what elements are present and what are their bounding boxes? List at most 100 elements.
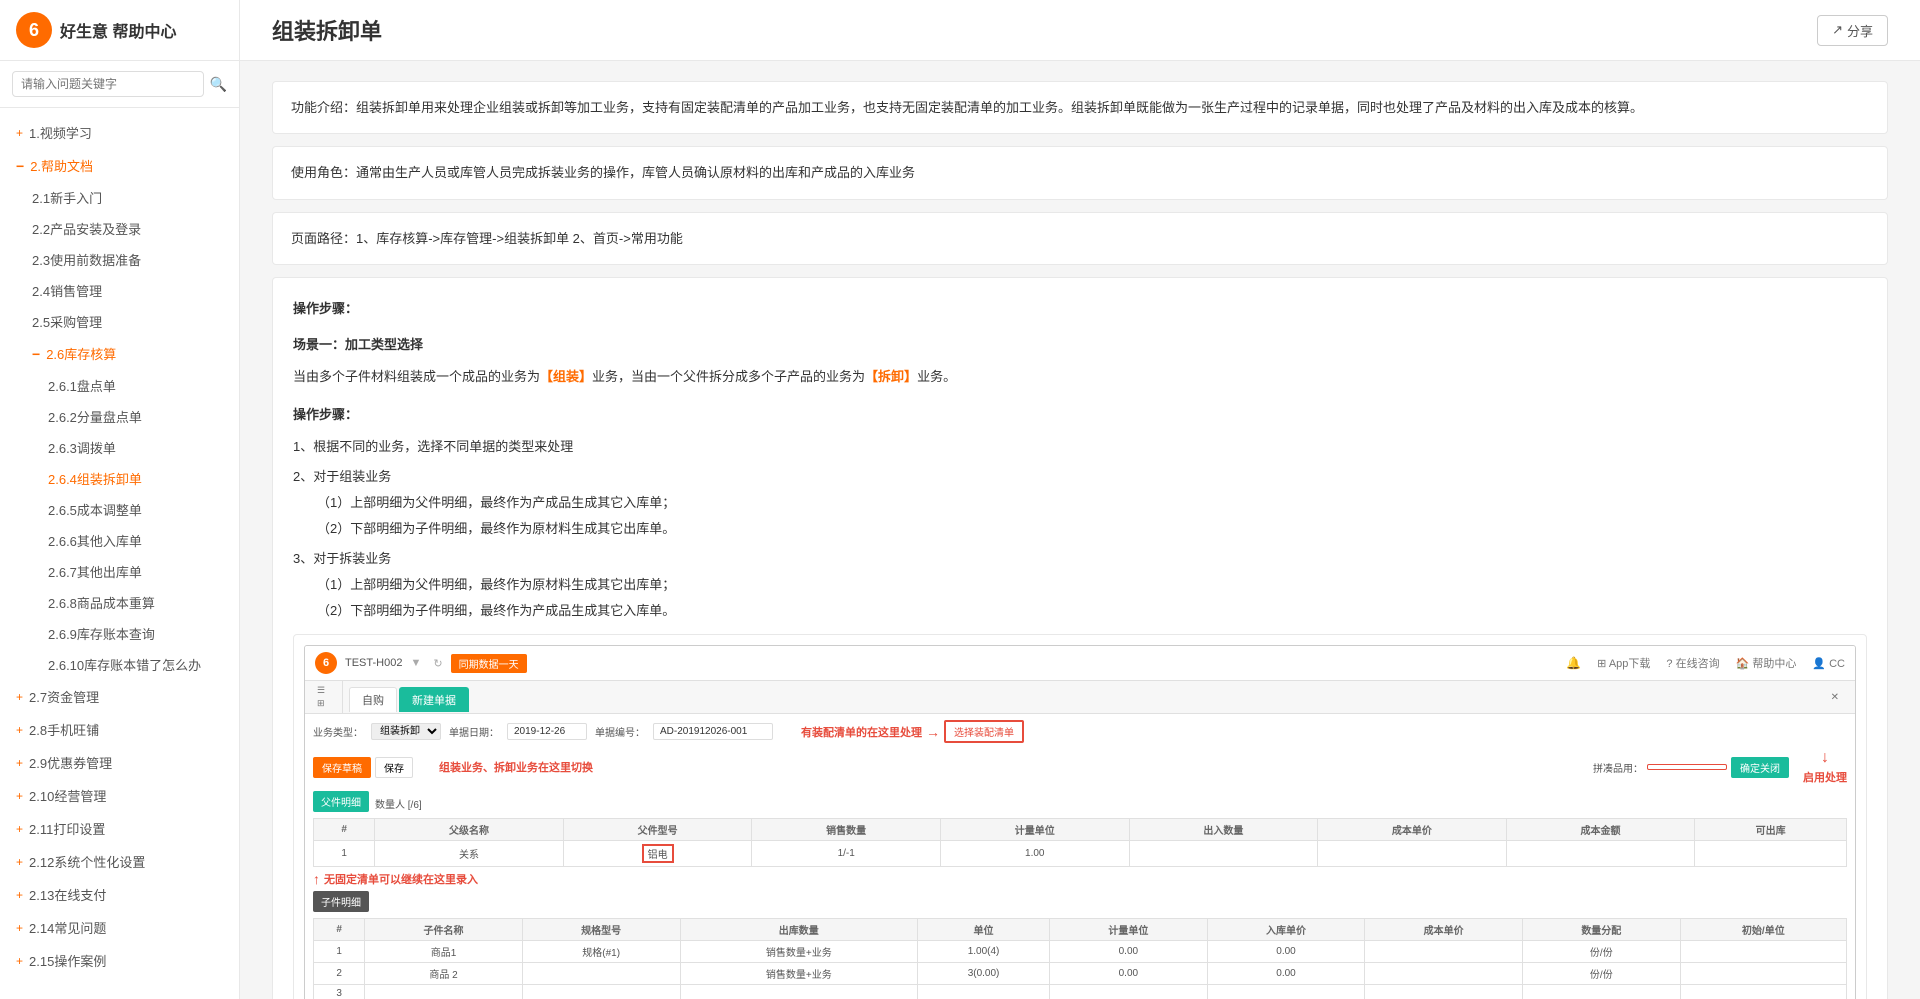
sidebar-item-video-label: 1.视频学习	[29, 123, 92, 142]
plus-icon: +	[16, 126, 23, 140]
fake-qiyong-area: ↓ 启用处理	[1803, 749, 1847, 785]
fake-tab-zigou: 自购	[349, 687, 397, 712]
fake-nav-icon2: ⊞	[317, 698, 338, 709]
fake-cell-row-num: 1	[314, 841, 375, 867]
sidebar-item-video[interactable]: + 1.视频学习	[0, 116, 239, 149]
search-input[interactable]	[12, 71, 204, 97]
step3a-text: （1）上部明细为父件明细，最终作为原材料生成其它出库单；	[293, 572, 1867, 598]
intro-text: 功能介绍：组装拆卸单用来处理企业组装或拆卸等加工业务，支持有固定装配清单的产品加…	[291, 100, 1643, 115]
sidebar-item-2-6-1[interactable]: 2.6.1盘点单	[0, 370, 239, 401]
fake-sub-col-init: 初始/单位	[1680, 919, 1846, 941]
fake-col-cost-amount: 成本金额	[1506, 819, 1695, 841]
fake-cell-avail	[1695, 841, 1847, 867]
share-button[interactable]: ↗ 分享	[1817, 15, 1888, 46]
annotation3-text: 启用处理	[1803, 769, 1847, 785]
sidebar-item-2-11-label: 2.11打印设置	[29, 819, 105, 838]
path-text: 页面路径：1、库存核算->库存管理->组装拆卸单 2、首页->常用功能	[291, 231, 683, 246]
fake-sub-col-in-price: 入库单价	[1207, 919, 1365, 941]
fake-cell-sales: 1/-1	[752, 841, 941, 867]
fake-cell-io	[1129, 841, 1318, 867]
sidebar-item-2-6-10[interactable]: 2.6.10库存账本错了怎么办	[0, 649, 239, 680]
fake-cell-parent-name: 关系	[375, 841, 564, 867]
table-row: 1 关系 铝电 1/-1 1.00	[314, 841, 1847, 867]
sidebar-header: 6 好生意 帮助中心	[0, 0, 239, 61]
fake-help-icon: ? 在线咨询	[1666, 655, 1719, 671]
plus-icon-2-8: +	[16, 723, 23, 737]
nav-list: + 1.视频学习 − 2.帮助文档 2.1新手入门 2.2产品安装及登录 2.3…	[0, 108, 239, 999]
fake-save-draft-btn: 保存草稿	[313, 757, 371, 778]
sidebar-item-2-15[interactable]: + 2.15操作案例	[0, 944, 239, 977]
share-icon: ↗	[1832, 22, 1843, 38]
fake-tabs-row: 保存草稿 保存	[313, 757, 413, 778]
fake-user-icon: 👤 CC	[1812, 657, 1845, 670]
arrow-icon3: ↓	[1821, 749, 1829, 767]
fake-sub-col-alloc: 数量分配	[1522, 919, 1680, 941]
search-box: 🔍	[0, 61, 239, 108]
sidebar-item-2-12-label: 2.12系统个性化设置	[29, 852, 145, 871]
sidebar-item-2-12[interactable]: + 2.12系统个性化设置	[0, 845, 239, 878]
plus-icon-2-7: +	[16, 690, 23, 704]
sidebar-item-2-11[interactable]: + 2.11打印设置	[0, 812, 239, 845]
role-text: 使用角色：通常由生产人员或库管人员完成拆装业务的操作，库管人员确认原材料的出库和…	[291, 165, 915, 180]
fake-close-icon: ✕	[1823, 688, 1847, 707]
fake-topbar: 6 TEST-H002 ▼ ↻ 同期数据一天 🔔 ⊞ App下载 ? 在线咨询 …	[305, 646, 1855, 681]
sidebar-item-2-6-3[interactable]: 2.6.3调拨单	[0, 432, 239, 463]
fake-logo: 6	[315, 652, 337, 674]
sidebar-item-2-10-label: 2.10经营管理	[29, 786, 106, 805]
fake-sub-cell-alloc2: 份/份	[1522, 963, 1680, 985]
minus-icon: −	[16, 158, 24, 174]
search-button[interactable]: 🔍	[210, 76, 227, 93]
page-title: 组装拆卸单	[272, 14, 382, 46]
sidebar-item-2-6-7[interactable]: 2.6.7其他出库单	[0, 556, 239, 587]
keyword-disassembly: 【拆卸】	[865, 369, 917, 384]
fake-child-section: 子件明细	[313, 891, 369, 912]
step-label: 操作步骤：	[293, 407, 358, 422]
fake-sub-col-name: 子件名称	[365, 919, 523, 941]
sidebar-item-2-6-9[interactable]: 2.6.9库存账本查询	[0, 618, 239, 649]
sidebar-item-2-6-6[interactable]: 2.6.6其他入库单	[0, 525, 239, 556]
sidebar-item-2-9[interactable]: + 2.9优惠券管理	[0, 746, 239, 779]
sidebar-item-2-6-5[interactable]: 2.6.5成本调整单	[0, 494, 239, 525]
fake-biztype-select[interactable]: 组装拆卸 其他	[371, 723, 441, 740]
annotation4-text: 无固定清单可以继续在这里录入	[324, 871, 478, 887]
annotation1-text: 有装配清单的在这里处理	[801, 724, 922, 740]
fake-pinpin-label: 拼凑品用：	[1593, 760, 1643, 775]
fake-sub-cell-name1: 商品1	[365, 941, 523, 963]
fake-top-section-header: 父件明细 数量人 [/6]	[313, 791, 1847, 816]
fake-form-area: 业务类型： 组装拆卸 其他 单据日期： 2019-12-26 单据编号： AD-…	[305, 714, 1855, 999]
table-row: 2 商品 2 销售数量+业务 3(0.00) 0.00 0.00 份/份	[314, 963, 1847, 985]
step1-text: 1、根据不同的业务，选择不同单据的类型来处理	[293, 434, 1867, 460]
sidebar-item-2-2[interactable]: 2.2产品安装及登录	[0, 213, 239, 244]
plus-icon-2-11: +	[16, 822, 23, 836]
sidebar-item-2-8[interactable]: + 2.8手机旺铺	[0, 713, 239, 746]
sidebar-item-2-13[interactable]: + 2.13在线支付	[0, 878, 239, 911]
sidebar-item-2-6-4[interactable]: 2.6.4组装拆卸单	[0, 463, 239, 494]
logo-icon: 6	[16, 12, 52, 48]
sidebar-item-2-6-2[interactable]: 2.6.2分量盘点单	[0, 401, 239, 432]
sidebar-item-docs[interactable]: − 2.帮助文档	[0, 149, 239, 182]
sidebar-item-2-4[interactable]: 2.4销售管理	[0, 275, 239, 306]
fake-appstore-icon: ⊞ App下载	[1597, 655, 1650, 671]
fake-annotation2-area: 组装业务、拆卸业务在这里切换	[439, 759, 593, 775]
fake-date-value: 2019-12-26	[507, 723, 587, 740]
sidebar-item-2-1[interactable]: 2.1新手入门	[0, 182, 239, 213]
sidebar-item-2-13-label: 2.13在线支付	[29, 885, 106, 904]
fake-qty-label: 数量人 [/6]	[375, 796, 422, 811]
fake-sub-col-cost-price: 成本单价	[1365, 919, 1523, 941]
sidebar-item-2-6[interactable]: − 2.6库存核算	[0, 337, 239, 370]
fake-cell-cost-p	[1318, 841, 1507, 867]
sidebar-item-2-6-8[interactable]: 2.6.8商品成本重算	[0, 587, 239, 618]
fake-tab-new: 新建单据	[399, 687, 469, 712]
sidebar-item-2-14[interactable]: + 2.14常见问题	[0, 911, 239, 944]
sidebar-item-2-3[interactable]: 2.3使用前数据准备	[0, 244, 239, 275]
main-header: 组装拆卸单 ↗ 分享	[240, 0, 1920, 61]
content-area: 功能介绍：组装拆卸单用来处理企业组装或拆卸等加工业务，支持有固定装配清单的产品加…	[240, 61, 1920, 999]
fake-sub-cell-2: 2	[314, 963, 365, 985]
sidebar-item-2-5[interactable]: 2.5采购管理	[0, 306, 239, 337]
sidebar-item-2-10[interactable]: + 2.10经营管理	[0, 779, 239, 812]
fake-sub-cell-outqty1: 销售数量+业务	[680, 941, 918, 963]
scene1-title: 场景一：加工类型选择	[293, 337, 423, 352]
arrow-icon4: ↑	[313, 871, 320, 887]
sidebar-item-2-7[interactable]: + 2.7资金管理	[0, 680, 239, 713]
step2b-text: （2）下部明细为子件明细，最终作为原材料生成其它出库单。	[293, 516, 1867, 542]
